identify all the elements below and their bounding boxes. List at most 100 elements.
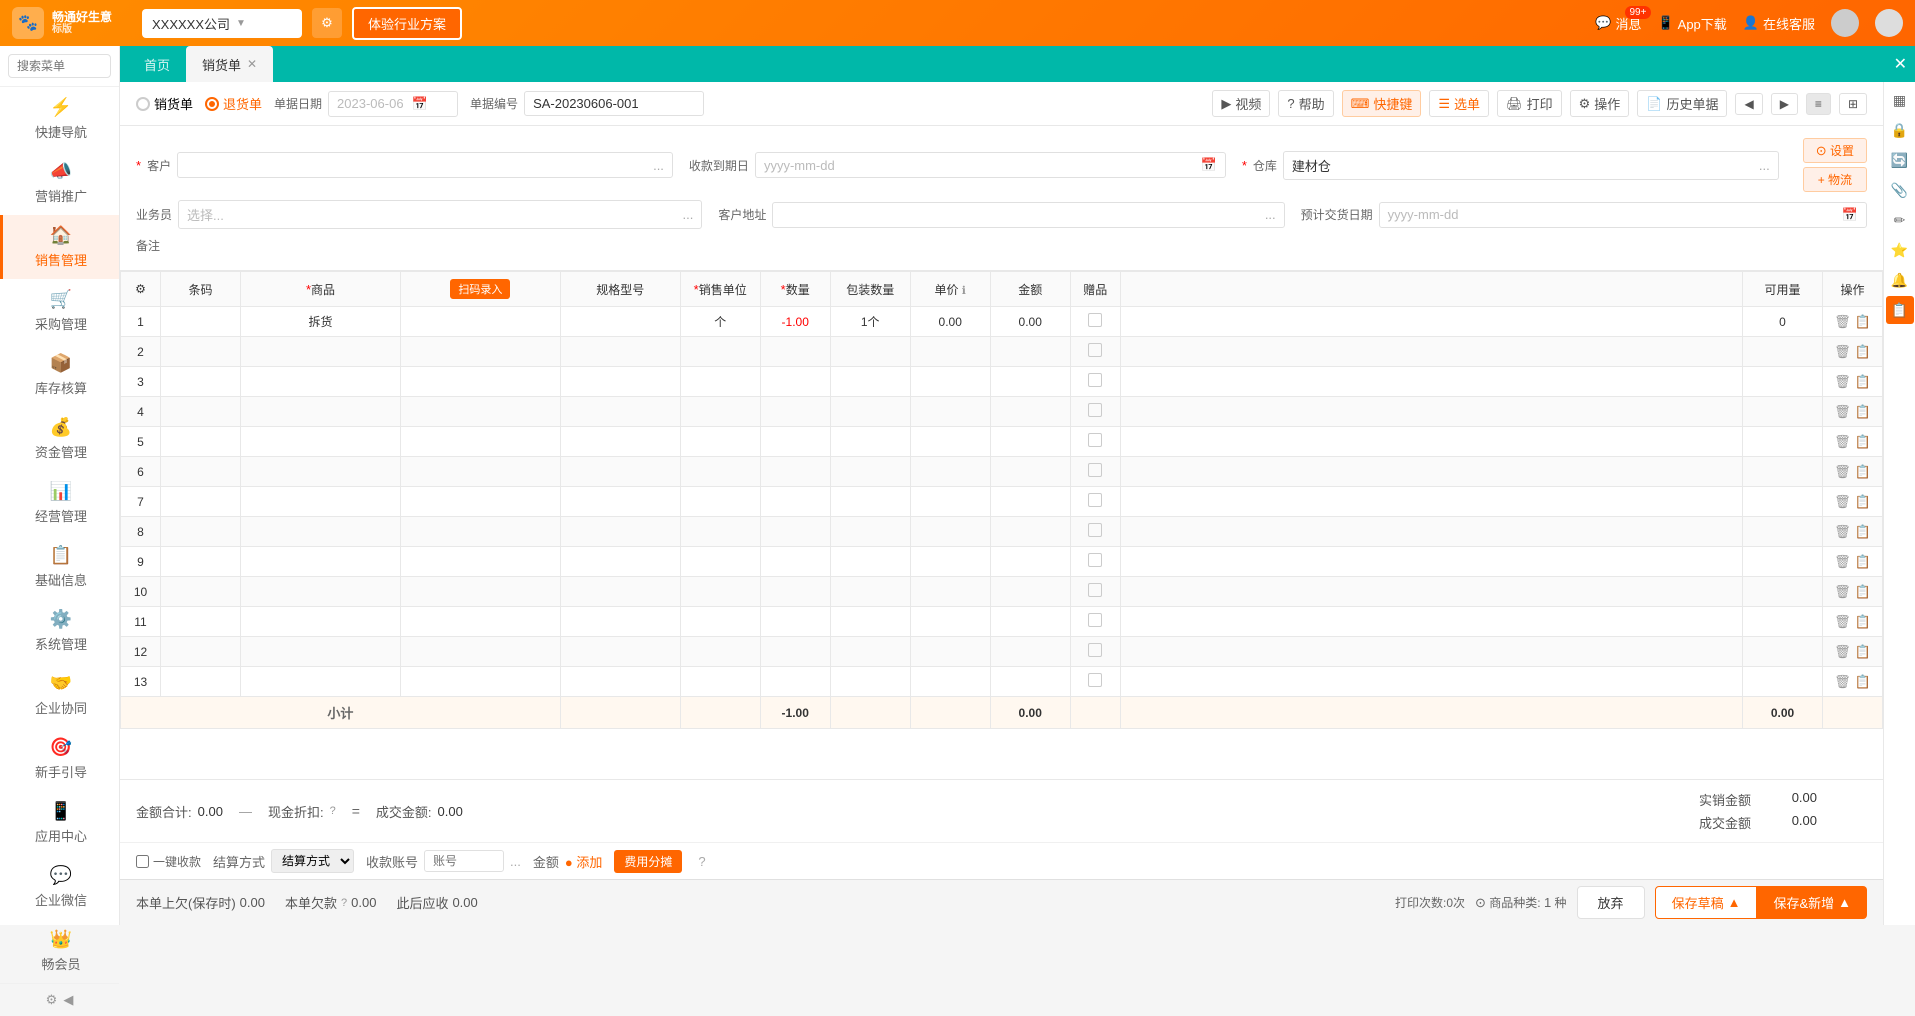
cell-price-7[interactable] xyxy=(910,517,990,547)
fee-btn[interactable]: 费用分摊 xyxy=(614,850,682,873)
cell-spec-11[interactable] xyxy=(560,637,680,667)
cell-amount-4[interactable] xyxy=(990,427,1070,457)
copy-icon-0[interactable]: 📋 xyxy=(1855,314,1871,330)
overdue-info-icon[interactable]: ? xyxy=(341,897,347,909)
account-dots[interactable]: ... xyxy=(510,854,521,869)
cell-spec-6[interactable] xyxy=(560,487,680,517)
cell-pkgqty-3[interactable] xyxy=(830,397,910,427)
cell-price-9[interactable] xyxy=(910,577,990,607)
sidebar-item-vip[interactable]: 👑 畅会员 xyxy=(0,919,119,983)
online-service-btn[interactable]: 👤 在线客服 xyxy=(1743,14,1815,33)
cell-qty-7[interactable] xyxy=(760,517,830,547)
cell-barcode-12[interactable] xyxy=(161,667,241,697)
cell-amount-2[interactable] xyxy=(990,367,1070,397)
save-draft-btn[interactable]: 保存草稿 ▲ xyxy=(1655,886,1758,919)
delete-icon-6[interactable]: 🗑 xyxy=(1834,494,1851,510)
cell-pkgqty-9[interactable] xyxy=(830,577,910,607)
cell-amount-5[interactable] xyxy=(990,457,1070,487)
cell-barcode-0[interactable] xyxy=(161,307,241,337)
copy-icon-5[interactable]: 📋 xyxy=(1855,464,1871,480)
one-click-checkbox[interactable] xyxy=(136,855,149,868)
right-btn-notify[interactable]: 🔔 xyxy=(1886,266,1914,294)
cell-qty-3[interactable] xyxy=(760,397,830,427)
copy-icon-3[interactable]: 📋 xyxy=(1855,404,1871,420)
right-btn-lock[interactable]: 🔒 xyxy=(1886,116,1914,144)
cell-unit-4[interactable] xyxy=(680,427,760,457)
number-input[interactable]: SA-20230606-001 xyxy=(524,91,704,116)
cell-unit-7[interactable] xyxy=(680,517,760,547)
cell-gift-9[interactable] xyxy=(1070,577,1120,607)
delete-icon-8[interactable]: 🗑 xyxy=(1834,554,1851,570)
next-btn[interactable]: ▶ xyxy=(1771,93,1798,115)
sidebar-search-input[interactable] xyxy=(8,54,111,78)
cell-goods-5[interactable] xyxy=(241,457,401,487)
cell-goods-4[interactable] xyxy=(241,427,401,457)
cell-spec-7[interactable] xyxy=(560,517,680,547)
cell-pkgqty-4[interactable] xyxy=(830,427,910,457)
tab-home[interactable]: 首页 xyxy=(128,46,186,82)
cell-amount-3[interactable] xyxy=(990,397,1070,427)
cell-amount-1[interactable] xyxy=(990,337,1070,367)
right-btn-grid[interactable]: ▦ xyxy=(1886,86,1914,114)
delete-icon-7[interactable]: 🗑 xyxy=(1834,524,1851,540)
copy-icon-11[interactable]: 📋 xyxy=(1855,644,1871,660)
delete-icon-3[interactable]: 🗑 xyxy=(1834,404,1851,420)
select-btn[interactable]: ☰ 选单 xyxy=(1429,90,1489,117)
delivery-date-input[interactable]: yyyy-mm-dd 📅 xyxy=(1379,202,1867,228)
cell-goods-9[interactable] xyxy=(241,577,401,607)
cell-goods-3[interactable] xyxy=(241,397,401,427)
cell-goods-10[interactable] xyxy=(241,607,401,637)
cell-gift-3[interactable] xyxy=(1070,397,1120,427)
sidebar-item-inventory[interactable]: 📦 库存核算 xyxy=(0,343,119,407)
topbar-settings-btn[interactable]: ⚙ xyxy=(312,8,342,38)
cell-barcode-10[interactable] xyxy=(161,607,241,637)
trial-button[interactable]: 体验行业方案 xyxy=(352,7,462,40)
account-input[interactable] xyxy=(424,850,504,872)
cell-amount-6[interactable] xyxy=(990,487,1070,517)
th-scan[interactable]: 扫码录入 xyxy=(401,272,561,307)
right-btn-edit[interactable]: ✏ xyxy=(1886,206,1914,234)
cell-gift-5[interactable] xyxy=(1070,457,1120,487)
cell-goods-2[interactable] xyxy=(241,367,401,397)
cell-goods-0[interactable]: 拆货 xyxy=(241,307,401,337)
user-avatar2[interactable] xyxy=(1875,9,1903,37)
cell-spec-1[interactable] xyxy=(560,337,680,367)
company-selector[interactable]: XXXXXX公司 ▼ xyxy=(142,9,302,38)
cell-barcode-11[interactable] xyxy=(161,637,241,667)
cell-goods-7[interactable] xyxy=(241,517,401,547)
cell-goods-11[interactable] xyxy=(241,637,401,667)
cell-price-2[interactable] xyxy=(910,367,990,397)
cell-qty-9[interactable] xyxy=(760,577,830,607)
cell-gift-4[interactable] xyxy=(1070,427,1120,457)
cell-price-11[interactable] xyxy=(910,637,990,667)
cell-unit-11[interactable] xyxy=(680,637,760,667)
cell-gift-8[interactable] xyxy=(1070,547,1120,577)
discount-info-icon[interactable]: ? xyxy=(330,805,336,817)
cell-barcode-4[interactable] xyxy=(161,427,241,457)
delete-icon-1[interactable]: 🗑 xyxy=(1834,344,1851,360)
product-type-icon[interactable]: ⊙ xyxy=(1475,895,1486,910)
right-btn-star[interactable]: ⭐ xyxy=(1886,236,1914,264)
delete-icon-2[interactable]: 🗑 xyxy=(1834,374,1851,390)
receive-date-input[interactable]: yyyy-mm-dd 📅 xyxy=(755,152,1226,178)
settings-btn[interactable]: ⊙ 设置 xyxy=(1803,138,1867,163)
cell-gift-11[interactable] xyxy=(1070,637,1120,667)
cell-goods-12[interactable] xyxy=(241,667,401,697)
delete-icon-10[interactable]: 🗑 xyxy=(1834,614,1851,630)
customer-addr-dots[interactable]: ... xyxy=(1265,207,1276,222)
video-btn[interactable]: ▶ 视频 xyxy=(1212,90,1270,117)
sidebar-item-apps[interactable]: 📱 应用中心 xyxy=(0,791,119,855)
shortcut-btn[interactable]: ⌨ 快捷键 xyxy=(1342,90,1422,117)
cell-spec-5[interactable] xyxy=(560,457,680,487)
cell-pkgqty-1[interactable] xyxy=(830,337,910,367)
message-btn[interactable]: 💬 消息 99+ xyxy=(1595,14,1641,33)
sidebar-item-sales[interactable]: 🏠 销售管理 xyxy=(0,215,119,279)
tab-close-icon[interactable]: ✕ xyxy=(247,57,257,71)
cell-pkgqty-11[interactable] xyxy=(830,637,910,667)
cell-gift-6[interactable] xyxy=(1070,487,1120,517)
salesperson-dots[interactable]: ... xyxy=(682,207,693,222)
scan-btn[interactable]: 扫码录入 xyxy=(450,279,510,299)
cell-barcode-1[interactable] xyxy=(161,337,241,367)
radio-return[interactable]: 退货单 xyxy=(205,94,262,113)
fee-question-icon[interactable]: ? xyxy=(698,854,705,869)
